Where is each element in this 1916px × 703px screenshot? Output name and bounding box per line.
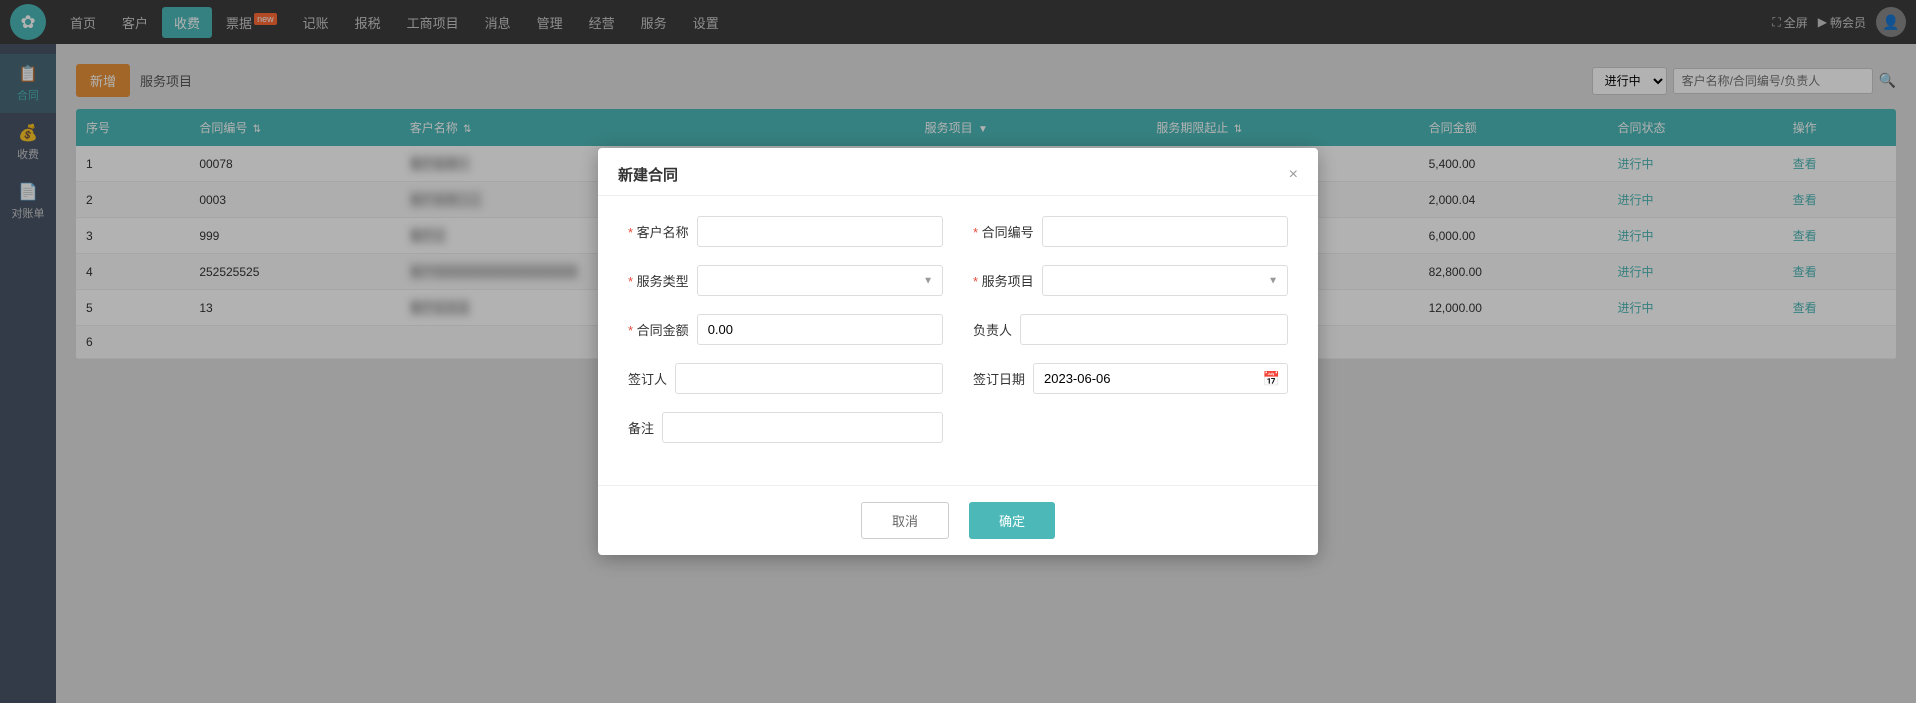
modal-header: 新建合同 × — [598, 148, 1318, 196]
modal-title: 新建合同 — [618, 164, 678, 185]
responsible-input[interactable] — [1020, 314, 1288, 345]
amount-label: 合同金额 — [628, 320, 689, 339]
remark-label: 备注 — [628, 418, 654, 437]
form-group-signing-date: 签订日期 📅 — [973, 363, 1288, 394]
modal-footer: 取消 确定 — [598, 485, 1318, 555]
modal-overlay: 新建合同 × 客户名称 合同编号 服务类型 — [0, 0, 1916, 703]
contract-no-input[interactable] — [1042, 216, 1288, 247]
service-item-select-wrapper — [1042, 265, 1288, 296]
form-group-responsible: 负责人 — [973, 314, 1288, 345]
responsible-label: 负责人 — [973, 320, 1012, 339]
service-type-select[interactable] — [697, 265, 943, 296]
service-item-label: 服务项目 — [973, 271, 1034, 290]
modal-body: 客户名称 合同编号 服务类型 — [598, 196, 1318, 485]
cancel-button[interactable]: 取消 — [861, 502, 949, 539]
confirm-button[interactable]: 确定 — [969, 502, 1055, 539]
form-group-client-name: 客户名称 — [628, 216, 943, 247]
form-row-3: 合同金额 负责人 — [628, 314, 1288, 345]
form-group-signer: 签订人 — [628, 363, 943, 394]
form-row-5: 备注 — [628, 412, 1288, 443]
service-type-label: 服务类型 — [628, 271, 689, 290]
calendar-icon[interactable]: 📅 — [1263, 370, 1280, 387]
form-group-remark: 备注 — [628, 412, 943, 443]
form-group-amount: 合同金额 — [628, 314, 943, 345]
form-row-4: 签订人 签订日期 📅 — [628, 363, 1288, 394]
signer-label: 签订人 — [628, 369, 667, 388]
service-type-select-wrapper — [697, 265, 943, 296]
signing-date-input[interactable] — [1033, 363, 1288, 394]
contract-no-label: 合同编号 — [973, 222, 1034, 241]
signing-date-label: 签订日期 — [973, 369, 1025, 388]
create-contract-modal: 新建合同 × 客户名称 合同编号 服务类型 — [598, 148, 1318, 555]
client-name-input[interactable] — [697, 216, 943, 247]
client-name-label: 客户名称 — [628, 222, 689, 241]
form-group-service-item: 服务项目 — [973, 265, 1288, 296]
signer-input[interactable] — [675, 363, 943, 394]
form-group-service-type: 服务类型 — [628, 265, 943, 296]
service-item-select[interactable] — [1042, 265, 1288, 296]
modal-close-button[interactable]: × — [1289, 166, 1298, 184]
form-group-contract-no: 合同编号 — [973, 216, 1288, 247]
amount-input[interactable] — [697, 314, 943, 345]
form-row-2: 服务类型 服务项目 — [628, 265, 1288, 296]
remark-input[interactable] — [662, 412, 943, 443]
form-row-1: 客户名称 合同编号 — [628, 216, 1288, 247]
date-input-wrapper: 📅 — [1033, 363, 1288, 394]
